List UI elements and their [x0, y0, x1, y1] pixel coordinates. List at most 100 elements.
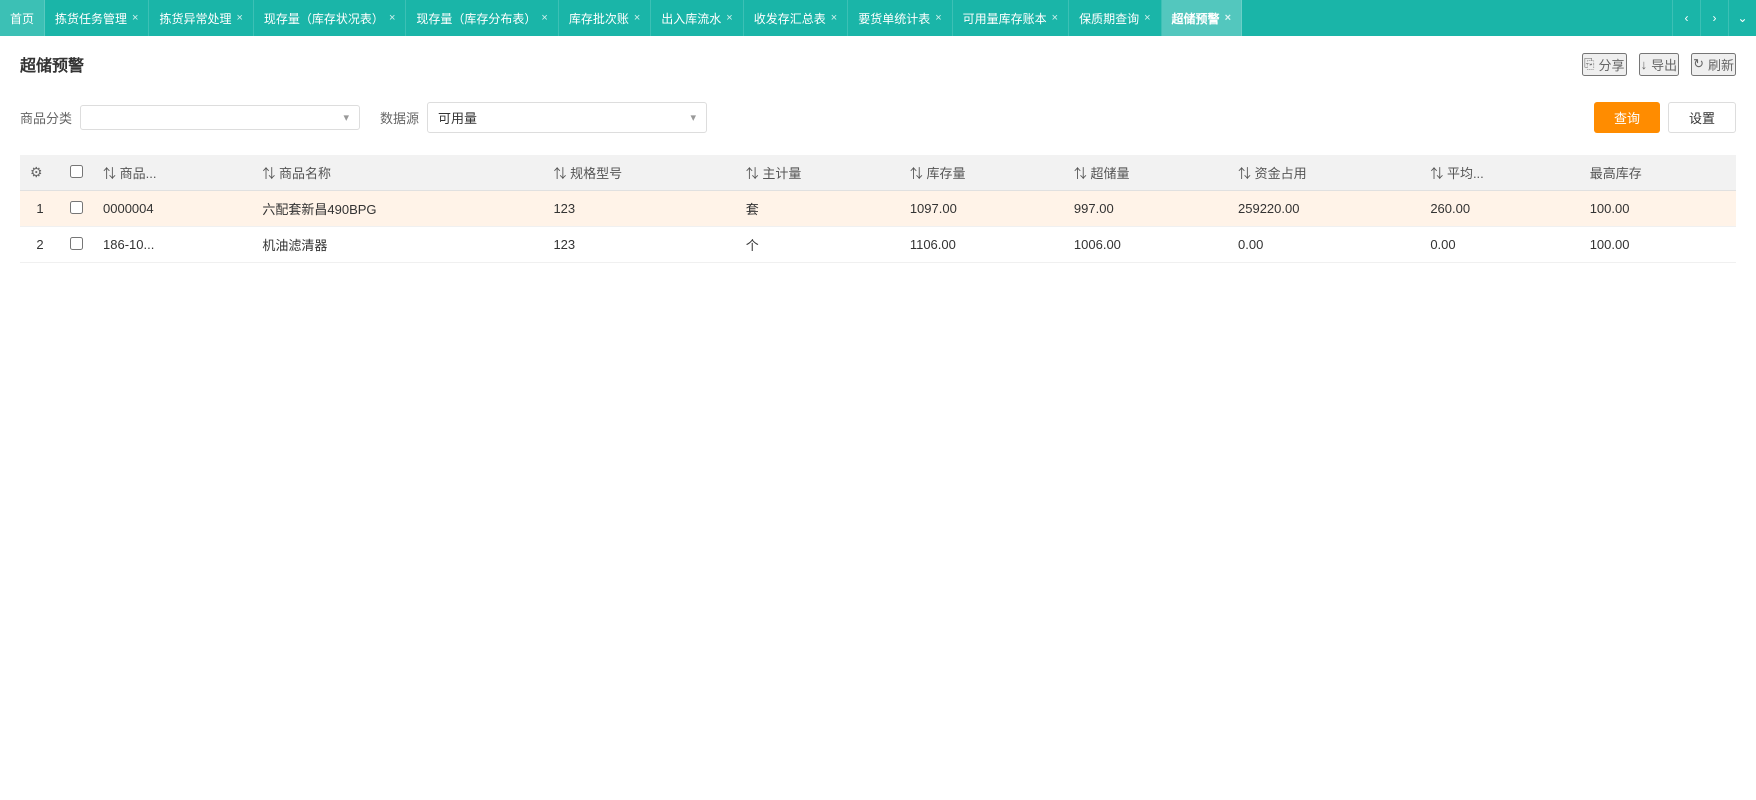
row-capital: 0.00: [1228, 227, 1420, 263]
row-over-stock: 997.00: [1064, 191, 1228, 227]
row-checkbox[interactable]: [70, 201, 83, 214]
sort-icon[interactable]: ⇅: [262, 166, 275, 181]
table-settings-header: ⚙: [20, 155, 60, 191]
col-product-name: ⇅ 商品名称: [252, 155, 543, 191]
row-checkbox-cell: [60, 191, 93, 227]
close-icon[interactable]: ×: [726, 12, 732, 24]
table-checkbox-header: [60, 155, 93, 191]
nav-batch-ledger[interactable]: 库存批次账 ×: [559, 0, 651, 36]
sort-icon[interactable]: ⇅: [910, 166, 923, 181]
chevron-down-icon: ▾: [343, 111, 349, 124]
export-button[interactable]: ↓ 导出: [1639, 53, 1680, 76]
nav-receipt-summary[interactable]: 收发存汇总表 ×: [744, 0, 848, 36]
nav-stock-status[interactable]: 现存量（库存状况表） ×: [254, 0, 406, 36]
datasource-select[interactable]: 可用量 ▾: [427, 102, 707, 133]
sort-icon[interactable]: ⇅: [746, 166, 759, 181]
close-icon[interactable]: ×: [132, 12, 138, 24]
row-product-code: 186-10...: [93, 227, 252, 263]
nav-arrows: ‹ › ⌄: [1672, 0, 1756, 36]
nav-stock-dist[interactable]: 现存量（库存分布表） ×: [406, 0, 558, 36]
top-nav: 首页 拣货任务管理 × 拣货异常处理 × 现存量（库存状况表） × 现存量（库存…: [0, 0, 1756, 36]
col-stock: ⇅ 库存量: [900, 155, 1064, 191]
row-spec: 123: [543, 191, 735, 227]
row-index: 2: [20, 227, 60, 263]
table-row: 2 186-10... 机油滤清器 123 个 1106.00 1006.00 …: [20, 227, 1736, 263]
sort-icon[interactable]: ⇅: [1430, 166, 1443, 181]
page-header: 超储预警 ⎘ 分享 ↓ 导出 ↻ 刷新: [20, 52, 1736, 76]
close-icon[interactable]: ×: [634, 12, 640, 24]
row-index: 1: [20, 191, 60, 227]
nav-overstock[interactable]: 超储预警 ×: [1162, 0, 1242, 36]
filter-row: 商品分类 ▾ 数据源 可用量 ▾ 查询 设置: [20, 92, 1736, 143]
col-over-stock: ⇅ 超储量: [1064, 155, 1228, 191]
close-icon[interactable]: ×: [1225, 12, 1231, 24]
col-spec: ⇅ 规格型号: [543, 155, 735, 191]
sort-icon[interactable]: ⇅: [1238, 166, 1251, 181]
data-table: ⚙ ⇅ 商品... ⇅ 商品名称 ⇅ 规格型号 ⇅: [20, 155, 1736, 263]
nav-task-mgmt[interactable]: 拣货任务管理 ×: [45, 0, 149, 36]
nav-exception[interactable]: 拣货异常处理 ×: [149, 0, 253, 36]
row-max-stock: 100.00: [1580, 227, 1736, 263]
row-product-code: 0000004: [93, 191, 252, 227]
nav-order-stats[interactable]: 要货单统计表 ×: [848, 0, 952, 36]
row-capital: 259220.00: [1228, 191, 1420, 227]
row-stock: 1097.00: [900, 191, 1064, 227]
close-icon[interactable]: ×: [1144, 12, 1150, 24]
close-icon[interactable]: ×: [831, 12, 837, 24]
col-product-code: ⇅ 商品...: [93, 155, 252, 191]
table-row: 1 0000004 六配套新昌490BPG 123 套 1097.00 997.…: [20, 191, 1736, 227]
header-actions: ⎘ 分享 ↓ 导出 ↻ 刷新: [1582, 53, 1736, 76]
category-label: 商品分类: [20, 108, 72, 127]
row-stock: 1106.00: [900, 227, 1064, 263]
col-unit: ⇅ 主计量: [736, 155, 900, 191]
close-icon[interactable]: ×: [236, 12, 242, 24]
refresh-icon: ↻: [1693, 56, 1704, 72]
nav-expiry[interactable]: 保质期查询 ×: [1069, 0, 1161, 36]
row-avg: 260.00: [1420, 191, 1579, 227]
datasource-value: 可用量: [438, 108, 477, 127]
export-icon: ↓: [1641, 57, 1648, 72]
close-icon[interactable]: ×: [541, 12, 547, 24]
nav-usable-ledger[interactable]: 可用量库存账本 ×: [953, 0, 1069, 36]
chevron-down-icon: ▾: [691, 111, 697, 124]
row-avg: 0.00: [1420, 227, 1579, 263]
col-capital: ⇅ 资金占用: [1228, 155, 1420, 191]
nav-menu-arrow[interactable]: ⌄: [1728, 0, 1756, 36]
row-spec: 123: [543, 227, 735, 263]
share-icon: ⎘: [1584, 56, 1594, 72]
category-select[interactable]: ▾: [80, 105, 360, 130]
datasource-label: 数据源: [380, 108, 419, 127]
close-icon[interactable]: ×: [1052, 12, 1058, 24]
select-all-checkbox[interactable]: [70, 165, 83, 178]
row-product-name: 六配套新昌490BPG: [252, 191, 543, 227]
share-button[interactable]: ⎘ 分享: [1582, 53, 1626, 76]
sort-icon[interactable]: ⇅: [1074, 166, 1087, 181]
category-filter: 商品分类 ▾: [20, 105, 360, 130]
datasource-filter: 数据源 可用量 ▾: [380, 102, 707, 133]
row-max-stock: 100.00: [1580, 191, 1736, 227]
settings-button[interactable]: 设置: [1668, 102, 1736, 133]
close-icon[interactable]: ×: [389, 12, 395, 24]
row-unit: 套: [736, 191, 900, 227]
page-title: 超储预警: [20, 52, 84, 76]
row-checkbox-cell: [60, 227, 93, 263]
col-avg: ⇅ 平均...: [1420, 155, 1579, 191]
nav-next-arrow[interactable]: ›: [1700, 0, 1728, 36]
refresh-button[interactable]: ↻ 刷新: [1691, 53, 1736, 76]
row-checkbox[interactable]: [70, 237, 83, 250]
row-unit: 个: [736, 227, 900, 263]
nav-flow[interactable]: 出入库流水 ×: [651, 0, 743, 36]
nav-prev-arrow[interactable]: ‹: [1672, 0, 1700, 36]
filter-actions: 查询 设置: [1594, 102, 1736, 133]
table-header-row: ⚙ ⇅ 商品... ⇅ 商品名称 ⇅ 规格型号 ⇅: [20, 155, 1736, 191]
row-product-name: 机油滤清器: [252, 227, 543, 263]
page-content: 超储预警 ⎘ 分享 ↓ 导出 ↻ 刷新 商品分类 ▾ 数据源: [0, 36, 1756, 800]
nav-home[interactable]: 首页: [0, 0, 45, 36]
gear-icon[interactable]: ⚙: [30, 164, 43, 180]
query-button[interactable]: 查询: [1594, 102, 1660, 133]
close-icon[interactable]: ×: [935, 12, 941, 24]
sort-icon[interactable]: ⇅: [553, 166, 566, 181]
sort-icon[interactable]: ⇅: [103, 166, 116, 181]
row-over-stock: 1006.00: [1064, 227, 1228, 263]
col-max-stock: 最高库存: [1580, 155, 1736, 191]
